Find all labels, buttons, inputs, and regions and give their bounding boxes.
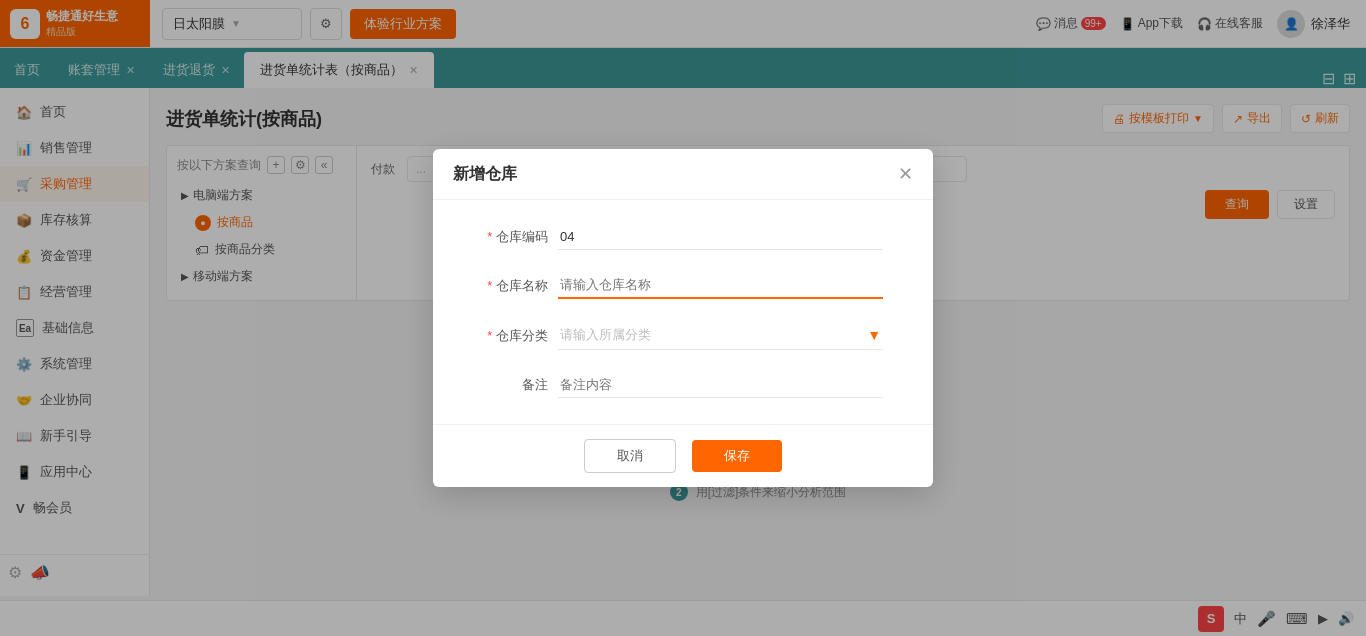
warehouse-code-label: * 仓库编码 <box>483 228 548 246</box>
warehouse-code-input[interactable] <box>558 224 883 250</box>
warehouse-category-select[interactable]: 请输入所属分类 ▼ <box>558 321 883 350</box>
modal-close-btn[interactable]: ✕ <box>898 163 913 185</box>
warehouse-remark-label: 备注 <box>483 376 548 394</box>
modal-overlay: 新增仓库 ✕ * 仓库编码 * 仓库名称 * 仓库分类 <box>0 0 1366 596</box>
modal-title: 新增仓库 <box>453 164 517 185</box>
modal-add-warehouse: 新增仓库 ✕ * 仓库编码 * 仓库名称 * 仓库分类 <box>433 149 933 487</box>
chevron-down-icon: ▼ <box>867 327 881 343</box>
warehouse-name-input[interactable] <box>558 272 883 299</box>
category-placeholder: 请输入所属分类 <box>560 326 651 344</box>
warehouse-category-label: * 仓库分类 <box>483 327 548 345</box>
cancel-button[interactable]: 取消 <box>584 439 676 473</box>
save-button[interactable]: 保存 <box>692 440 782 472</box>
warehouse-name-label: * 仓库名称 <box>483 277 548 295</box>
warehouse-remark-input[interactable] <box>558 372 883 398</box>
